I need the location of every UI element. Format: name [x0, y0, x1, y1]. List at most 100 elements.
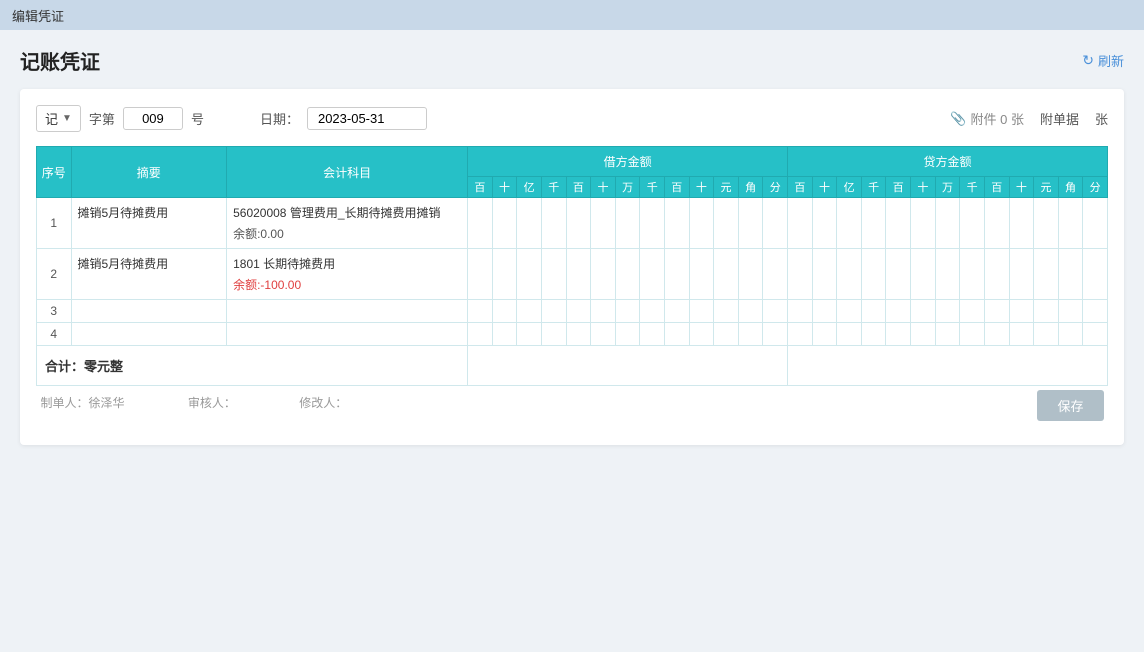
credit-cell-r4c12[interactable]	[1058, 323, 1083, 346]
credit-cell-r3c13[interactable]	[1083, 300, 1108, 323]
credit-cell-r2c6[interactable]	[911, 249, 936, 300]
credit-cell-r4c8[interactable]	[960, 323, 985, 346]
credit-cell-r1c11[interactable]	[1034, 198, 1059, 249]
credit-cell-r3c7[interactable]	[935, 300, 960, 323]
credit-cell-r1c10[interactable]	[1009, 198, 1034, 249]
debit-cell-r4c5[interactable]	[566, 323, 591, 346]
debit-cell-r3c2[interactable]	[492, 300, 517, 323]
credit-cell-r4c1[interactable]	[788, 323, 813, 346]
debit-cell-r1c1[interactable]	[468, 198, 493, 249]
credit-cell-r3c10[interactable]	[1009, 300, 1034, 323]
credit-cell-r3c8[interactable]	[960, 300, 985, 323]
debit-cell-r3c7[interactable]	[615, 300, 640, 323]
debit-cell-r1c6[interactable]	[591, 198, 616, 249]
debit-cell-r2c4[interactable]	[541, 249, 566, 300]
debit-cell-r1c2[interactable]	[492, 198, 517, 249]
debit-cell-r3c11[interactable]	[714, 300, 739, 323]
credit-cell-r4c5[interactable]	[886, 323, 911, 346]
credit-cell-r4c7[interactable]	[935, 323, 960, 346]
row-account-3[interactable]	[227, 300, 468, 323]
credit-cell-r2c3[interactable]	[837, 249, 862, 300]
debit-cell-r1c7[interactable]	[615, 198, 640, 249]
debit-cell-r2c2[interactable]	[492, 249, 517, 300]
debit-cell-r1c9[interactable]	[665, 198, 690, 249]
credit-cell-r2c8[interactable]	[960, 249, 985, 300]
credit-cell-r3c4[interactable]	[861, 300, 886, 323]
debit-cell-r1c4[interactable]	[541, 198, 566, 249]
credit-cell-r2c12[interactable]	[1058, 249, 1083, 300]
debit-cell-r2c5[interactable]	[566, 249, 591, 300]
debit-cell-r4c8[interactable]	[640, 323, 665, 346]
debit-cell-r3c10[interactable]	[689, 300, 714, 323]
debit-cell-r4c7[interactable]	[615, 323, 640, 346]
debit-cell-r1c11[interactable]	[714, 198, 739, 249]
debit-cell-r1c13[interactable]	[763, 198, 788, 249]
debit-cell-r4c13[interactable]	[763, 323, 788, 346]
debit-cell-r4c12[interactable]	[738, 323, 763, 346]
credit-cell-r4c4[interactable]	[861, 323, 886, 346]
credit-cell-r1c4[interactable]	[861, 198, 886, 249]
credit-cell-r3c1[interactable]	[788, 300, 813, 323]
debit-cell-r2c9[interactable]	[665, 249, 690, 300]
credit-cell-r1c5[interactable]	[886, 198, 911, 249]
row-summary-4[interactable]	[71, 323, 227, 346]
row-summary-3[interactable]	[71, 300, 227, 323]
debit-cell-r4c4[interactable]	[541, 323, 566, 346]
credit-cell-r3c11[interactable]	[1034, 300, 1059, 323]
credit-cell-r4c6[interactable]	[911, 323, 936, 346]
row-account-2[interactable]: 1801 长期待摊费用余额:-100.00	[227, 249, 468, 300]
debit-cell-r3c4[interactable]	[541, 300, 566, 323]
credit-cell-r3c6[interactable]	[911, 300, 936, 323]
credit-cell-r4c13[interactable]	[1083, 323, 1108, 346]
debit-cell-r2c13[interactable]	[763, 249, 788, 300]
debit-cell-r3c9[interactable]	[665, 300, 690, 323]
credit-cell-r2c9[interactable]	[984, 249, 1009, 300]
debit-cell-r2c12[interactable]	[738, 249, 763, 300]
debit-cell-r1c3[interactable]	[517, 198, 542, 249]
debit-cell-r3c5[interactable]	[566, 300, 591, 323]
credit-cell-r1c7[interactable]	[935, 198, 960, 249]
row-account-4[interactable]	[227, 323, 468, 346]
credit-cell-r2c7[interactable]	[935, 249, 960, 300]
credit-cell-r3c12[interactable]	[1058, 300, 1083, 323]
voucher-number-input[interactable]	[123, 107, 183, 130]
debit-cell-r2c1[interactable]	[468, 249, 493, 300]
debit-cell-r1c5[interactable]	[566, 198, 591, 249]
debit-cell-r2c10[interactable]	[689, 249, 714, 300]
debit-cell-r2c3[interactable]	[517, 249, 542, 300]
credit-cell-r3c5[interactable]	[886, 300, 911, 323]
debit-cell-r4c6[interactable]	[591, 323, 616, 346]
debit-cell-r4c11[interactable]	[714, 323, 739, 346]
credit-cell-r1c13[interactable]	[1083, 198, 1108, 249]
debit-cell-r4c1[interactable]	[468, 323, 493, 346]
row-summary-1[interactable]: 摊销5月待摊费用	[71, 198, 227, 249]
date-input[interactable]	[307, 107, 427, 130]
debit-cell-r3c13[interactable]	[763, 300, 788, 323]
save-button[interactable]: 保存	[1037, 390, 1103, 421]
attach-single-button[interactable]: 附单据	[1040, 109, 1079, 128]
debit-cell-r4c3[interactable]	[517, 323, 542, 346]
credit-cell-r4c10[interactable]	[1009, 323, 1034, 346]
credit-cell-r3c3[interactable]	[837, 300, 862, 323]
credit-cell-r1c2[interactable]	[812, 198, 837, 249]
credit-cell-r1c3[interactable]	[837, 198, 862, 249]
debit-cell-r2c6[interactable]	[591, 249, 616, 300]
debit-cell-r2c8[interactable]	[640, 249, 665, 300]
debit-cell-r4c9[interactable]	[665, 323, 690, 346]
credit-cell-r1c8[interactable]	[960, 198, 985, 249]
debit-cell-r3c12[interactable]	[738, 300, 763, 323]
credit-cell-r2c10[interactable]	[1009, 249, 1034, 300]
voucher-type-button[interactable]: 记 ▼	[36, 105, 81, 132]
credit-cell-r2c11[interactable]	[1034, 249, 1059, 300]
debit-cell-r4c10[interactable]	[689, 323, 714, 346]
credit-cell-r4c2[interactable]	[812, 323, 837, 346]
credit-cell-r1c1[interactable]	[788, 198, 813, 249]
credit-cell-r1c12[interactable]	[1058, 198, 1083, 249]
credit-cell-r3c2[interactable]	[812, 300, 837, 323]
credit-cell-r1c9[interactable]	[984, 198, 1009, 249]
debit-cell-r3c1[interactable]	[468, 300, 493, 323]
debit-cell-r4c2[interactable]	[492, 323, 517, 346]
debit-cell-r2c7[interactable]	[615, 249, 640, 300]
credit-cell-r2c1[interactable]	[788, 249, 813, 300]
credit-cell-r4c9[interactable]	[984, 323, 1009, 346]
